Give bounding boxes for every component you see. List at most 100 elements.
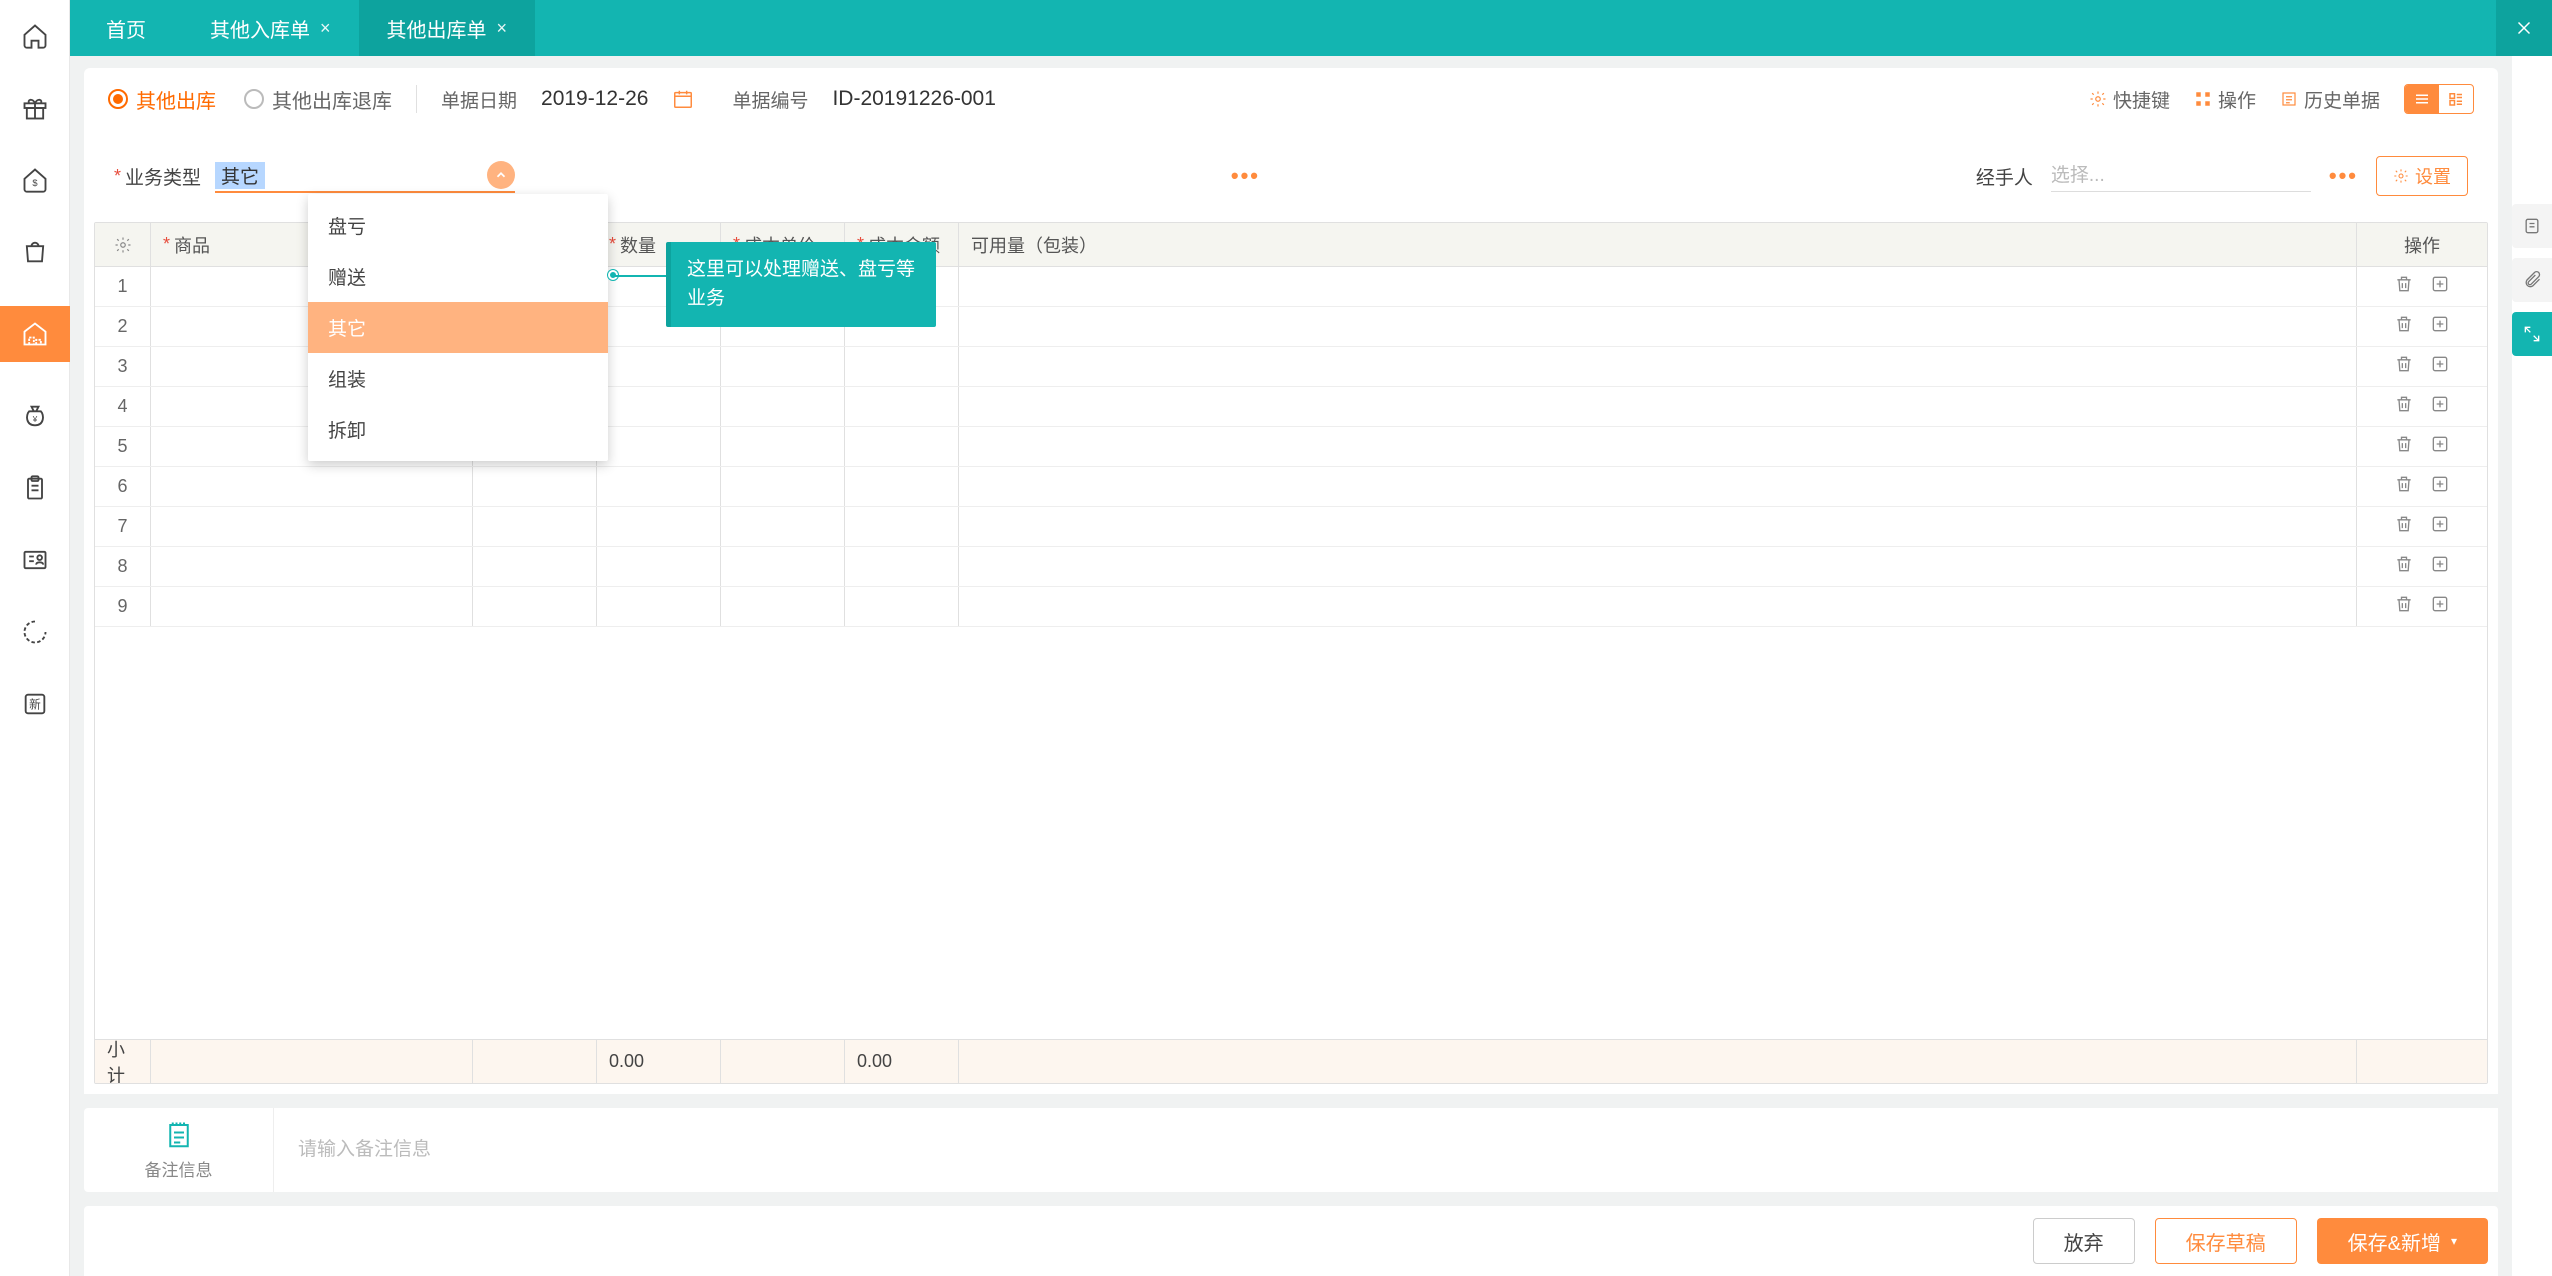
doc-id-value: ID-20191226-001 xyxy=(832,87,995,111)
rail-idcard-icon[interactable] xyxy=(0,542,70,578)
cell-amount[interactable] xyxy=(845,587,959,626)
cell-price[interactable] xyxy=(721,387,845,426)
add-row-icon[interactable] xyxy=(2430,554,2450,579)
cell-price[interactable] xyxy=(721,467,845,506)
rail-moneybag-icon[interactable]: ¥ xyxy=(0,398,70,434)
save-draft-button[interactable]: 保存草稿 xyxy=(2155,1218,2297,1264)
cell-amount[interactable] xyxy=(845,507,959,546)
cell-price[interactable] xyxy=(721,507,845,546)
delete-row-icon[interactable] xyxy=(2394,434,2414,459)
view-card-button[interactable] xyxy=(2439,85,2473,113)
table-row[interactable]: 7 xyxy=(95,507,2487,547)
chevron-up-icon[interactable] xyxy=(487,161,515,189)
cell-amount[interactable] xyxy=(845,547,959,586)
add-row-icon[interactable] xyxy=(2430,434,2450,459)
rail-bag-icon[interactable] xyxy=(0,234,70,270)
cell-available xyxy=(959,387,2357,426)
cell-qty[interactable] xyxy=(597,427,721,466)
remark-input[interactable] xyxy=(274,1108,2498,1192)
dock-expand-icon[interactable] xyxy=(2512,312,2552,356)
col-gear[interactable] xyxy=(95,223,151,266)
cell-unit[interactable] xyxy=(473,507,597,546)
rail-new-icon[interactable]: 新 xyxy=(0,686,70,722)
add-row-icon[interactable] xyxy=(2430,394,2450,419)
cell-product[interactable] xyxy=(151,547,473,586)
dock-attach-icon[interactable] xyxy=(2512,258,2552,302)
rail-home-icon[interactable] xyxy=(0,18,70,54)
close-icon[interactable]: × xyxy=(497,18,508,39)
rail-house-money-icon[interactable]: $ xyxy=(0,162,70,198)
cell-qty[interactable] xyxy=(597,467,721,506)
col-available: 可用量（包装） xyxy=(959,223,2357,266)
shortcut-button[interactable]: 快捷键 xyxy=(2089,86,2170,113)
add-row-icon[interactable] xyxy=(2430,354,2450,379)
cell-qty[interactable] xyxy=(597,587,721,626)
delete-row-icon[interactable] xyxy=(2394,274,2414,299)
dropdown-option[interactable]: 盘亏 xyxy=(308,200,608,251)
add-row-icon[interactable] xyxy=(2430,274,2450,299)
delete-row-icon[interactable] xyxy=(2394,514,2414,539)
cell-price[interactable] xyxy=(721,347,845,386)
table-row[interactable]: 6 xyxy=(95,467,2487,507)
cell-amount[interactable] xyxy=(845,387,959,426)
add-row-icon[interactable] xyxy=(2430,474,2450,499)
tab-home[interactable]: 首页 xyxy=(70,0,182,56)
cell-unit[interactable] xyxy=(473,467,597,506)
cell-product[interactable] xyxy=(151,507,473,546)
radio-other-out[interactable]: 其他出库 xyxy=(108,85,216,114)
handler-select[interactable]: 选择... xyxy=(2051,160,2311,192)
dropdown-option[interactable]: 赠送 xyxy=(308,251,608,302)
cell-amount[interactable] xyxy=(845,427,959,466)
cell-qty[interactable] xyxy=(597,347,721,386)
cell-unit[interactable] xyxy=(473,547,597,586)
delete-row-icon[interactable] xyxy=(2394,354,2414,379)
save-and-new-button[interactable]: 保存&新增▾ xyxy=(2317,1218,2488,1264)
settings-button[interactable]: 设置 xyxy=(2376,156,2468,196)
cell-product[interactable] xyxy=(151,467,473,506)
cell-amount[interactable] xyxy=(845,467,959,506)
rail-loading-icon[interactable] xyxy=(0,614,70,650)
table-row[interactable]: 8 xyxy=(95,547,2487,587)
view-list-button[interactable] xyxy=(2405,85,2439,113)
cell-price[interactable] xyxy=(721,427,845,466)
dropdown-option[interactable]: 组装 xyxy=(308,353,608,404)
row-index: 8 xyxy=(95,547,151,586)
cell-qty[interactable] xyxy=(597,387,721,426)
delete-row-icon[interactable] xyxy=(2394,474,2414,499)
rail-clipboard-icon[interactable] xyxy=(0,470,70,506)
window-close-button[interactable] xyxy=(2496,0,2552,56)
delete-row-icon[interactable] xyxy=(2394,314,2414,339)
rail-gift-icon[interactable] xyxy=(0,90,70,126)
more-button[interactable]: ••• xyxy=(2329,163,2358,189)
dropdown-option[interactable]: 拆卸 xyxy=(308,404,608,455)
cell-product[interactable] xyxy=(151,587,473,626)
radio-other-out-return[interactable]: 其他出库退库 xyxy=(244,85,392,114)
tab-other-out[interactable]: 其他出库单× xyxy=(359,0,536,56)
cell-qty[interactable] xyxy=(597,547,721,586)
discard-button[interactable]: 放弃 xyxy=(2033,1218,2135,1264)
add-row-icon[interactable] xyxy=(2430,594,2450,619)
delete-row-icon[interactable] xyxy=(2394,594,2414,619)
date-value[interactable]: 2019-12-26 xyxy=(541,87,648,111)
cell-amount[interactable] xyxy=(845,347,959,386)
cell-unit[interactable] xyxy=(473,587,597,626)
history-button[interactable]: 历史单据 xyxy=(2280,86,2380,113)
biz-type-select[interactable]: 其它 xyxy=(215,159,515,193)
cell-price[interactable] xyxy=(721,547,845,586)
dropdown-option[interactable]: 其它 xyxy=(308,302,608,353)
cell-price[interactable] xyxy=(721,587,845,626)
calendar-icon[interactable] xyxy=(672,88,694,110)
rail-warehouse-icon[interactable] xyxy=(0,306,70,362)
tab-other-in[interactable]: 其他入库单× xyxy=(182,0,359,56)
add-row-icon[interactable] xyxy=(2430,514,2450,539)
more-button[interactable]: ••• xyxy=(1231,163,1260,189)
dock-doc-icon[interactable] xyxy=(2512,204,2552,248)
operate-button[interactable]: 操作 xyxy=(2194,86,2256,113)
close-icon[interactable]: × xyxy=(320,18,331,39)
delete-row-icon[interactable] xyxy=(2394,394,2414,419)
table-row[interactable]: 9 xyxy=(95,587,2487,627)
cell-qty[interactable] xyxy=(597,507,721,546)
required-star: * xyxy=(114,166,121,187)
add-row-icon[interactable] xyxy=(2430,314,2450,339)
delete-row-icon[interactable] xyxy=(2394,554,2414,579)
